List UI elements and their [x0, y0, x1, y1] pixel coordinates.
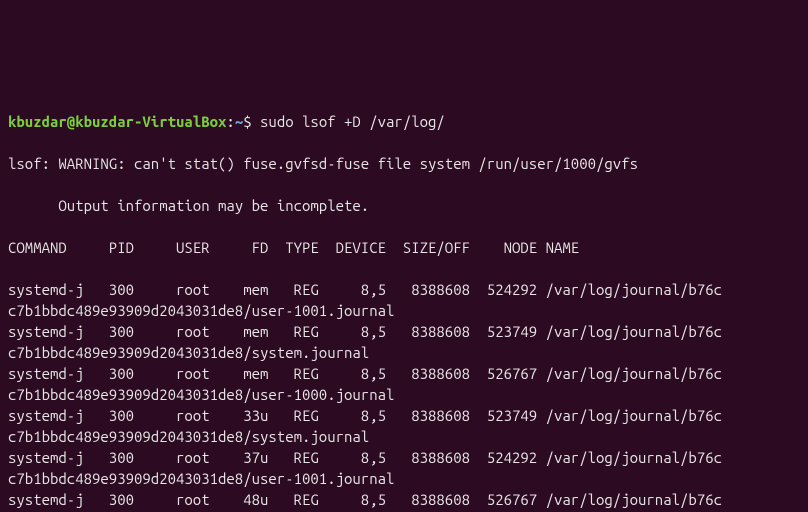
- table-row: systemd-j 300 root mem REG 8,5 8388608 5…: [8, 279, 800, 300]
- table-row-continuation: c7b1bbdc489e93909d2043031de8/user-1001.j…: [8, 300, 800, 321]
- warning-line: Output information may be incomplete.: [8, 195, 800, 216]
- table-row-continuation: c7b1bbdc489e93909d2043031de8/system.jour…: [8, 342, 800, 363]
- table-row-continuation: c7b1bbdc489e93909d2043031de8/user-1000.j…: [8, 384, 800, 405]
- warning-line: lsof: WARNING: can't stat() fuse.gvfsd-f…: [8, 153, 800, 174]
- prompt-line: kbuzdar@kbuzdar-VirtualBox:~$ sudo lsof …: [8, 111, 800, 132]
- table-row: systemd-j 300 root 48u REG 8,5 8388608 5…: [8, 489, 800, 510]
- table-row: systemd-j 300 root 37u REG 8,5 8388608 5…: [8, 447, 800, 468]
- table-header: COMMAND PID USER FD TYPE DEVICE SIZE/OFF…: [8, 237, 800, 258]
- table-row: systemd-j 300 root mem REG 8,5 8388608 5…: [8, 363, 800, 384]
- command-text: sudo lsof +D /var/log/: [260, 113, 445, 130]
- table-row-continuation: c7b1bbdc489e93909d2043031de8/user-1001.j…: [8, 468, 800, 489]
- table-row: systemd-j 300 root mem REG 8,5 8388608 5…: [8, 321, 800, 342]
- table-row-continuation: c7b1bbdc489e93909d2043031de8/system.jour…: [8, 426, 800, 447]
- prompt-colon: :: [226, 113, 234, 130]
- prompt-path: ~: [235, 113, 243, 130]
- table-row: systemd-j 300 root 33u REG 8,5 8388608 5…: [8, 405, 800, 426]
- prompt-dollar: $: [243, 113, 260, 130]
- prompt-user-host: kbuzdar@kbuzdar-VirtualBox: [8, 113, 226, 130]
- terminal-output[interactable]: kbuzdar@kbuzdar-VirtualBox:~$ sudo lsof …: [0, 84, 808, 512]
